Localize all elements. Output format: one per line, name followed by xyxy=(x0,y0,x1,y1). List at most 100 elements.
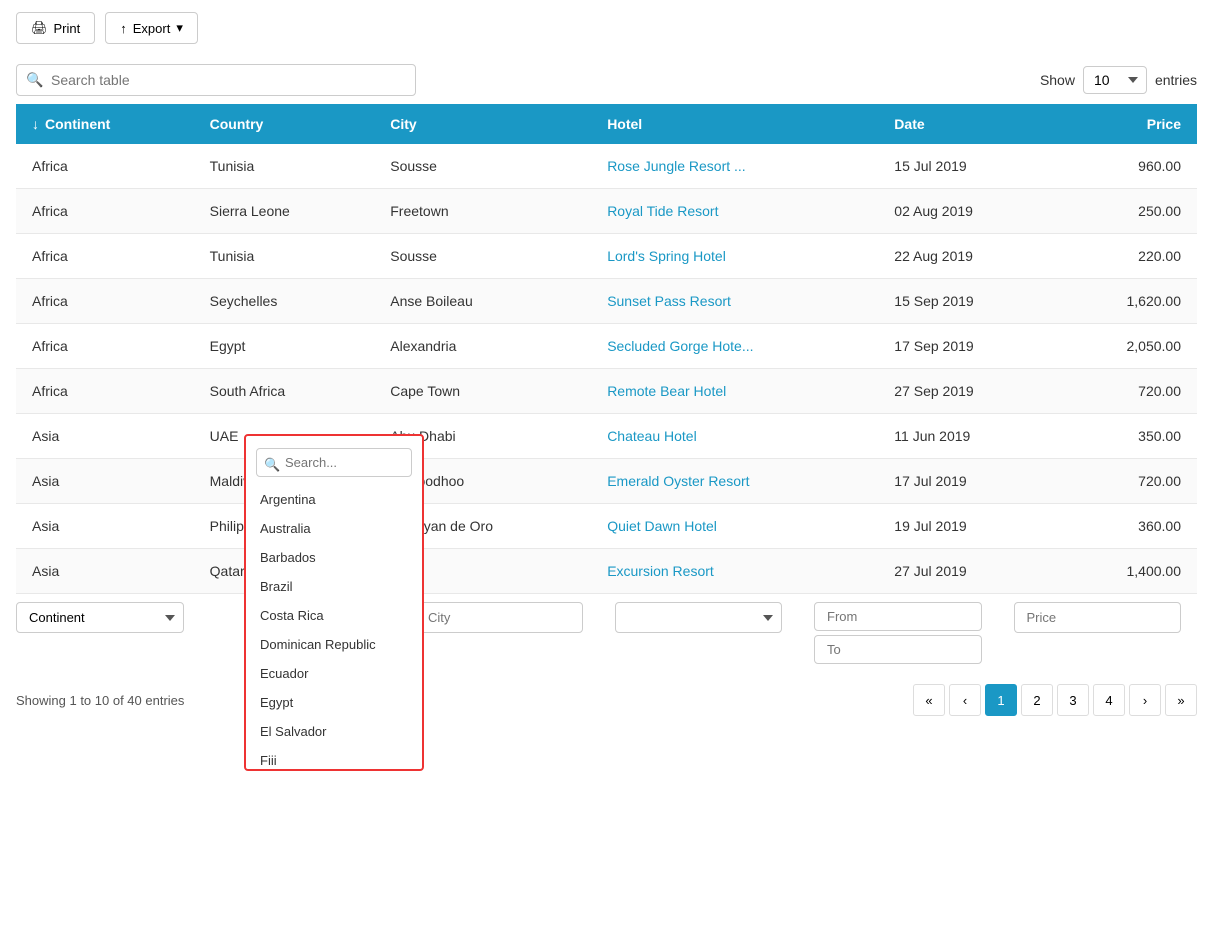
cell-hotel: Sunset Pass Resort xyxy=(591,279,878,324)
country-dropdown-popup: 🔍 ArgentinaAustraliaBarbadosBrazilCosta … xyxy=(244,434,424,771)
cell-country: Seychelles xyxy=(194,279,375,324)
cell-price: 360.00 xyxy=(1058,504,1197,549)
cell-date: 17 Sep 2019 xyxy=(878,324,1057,369)
hotel-col-label: Hotel xyxy=(607,116,642,132)
export-icon: ↑ xyxy=(120,21,127,36)
cell-price: 720.00 xyxy=(1058,459,1197,504)
search-input[interactable] xyxy=(16,64,416,96)
table-row: Asia Qatar Doha Excursion Resort 27 Jul … xyxy=(16,549,1197,594)
continent-filter-cell: Continent xyxy=(16,602,200,633)
city-filter[interactable] xyxy=(415,602,583,633)
dropdown-search-wrap: 🔍 xyxy=(246,444,422,485)
page-first-button[interactable]: « xyxy=(913,684,945,716)
table-row: Africa South Africa Cape Town Remote Bea… xyxy=(16,369,1197,414)
table-body: Africa Tunisia Sousse Rose Jungle Resort… xyxy=(16,144,1197,594)
cell-price: 960.00 xyxy=(1058,144,1197,189)
th-city[interactable]: City xyxy=(374,104,591,144)
table-row: Africa Egypt Alexandria Secluded Gorge H… xyxy=(16,324,1197,369)
hotel-filter[interactable] xyxy=(615,602,783,633)
cell-price: 1,400.00 xyxy=(1058,549,1197,594)
cell-date: 19 Jul 2019 xyxy=(878,504,1057,549)
cell-city: Sousse xyxy=(374,234,591,279)
th-country[interactable]: Country xyxy=(194,104,375,144)
page-prev-button[interactable]: ‹ xyxy=(949,684,981,716)
page-2-button[interactable]: 2 xyxy=(1021,684,1053,716)
cell-continent: Africa xyxy=(16,324,194,369)
cell-country: Tunisia xyxy=(194,144,375,189)
cell-country: South Africa xyxy=(194,369,375,414)
cell-date: 15 Sep 2019 xyxy=(878,279,1057,324)
dropdown-item[interactable]: Australia xyxy=(246,514,422,543)
date-range-filter xyxy=(814,602,982,664)
page-1-button[interactable]: 1 xyxy=(985,684,1017,716)
continent-col-label: Continent xyxy=(45,116,110,132)
printer-icon: 🖨 xyxy=(31,20,48,36)
hotel-filter-cell xyxy=(599,602,799,633)
search-icon: 🔍 xyxy=(26,72,43,89)
cell-continent: Africa xyxy=(16,234,194,279)
city-filter-cell xyxy=(399,602,599,633)
dropdown-item[interactable]: Costa Rica xyxy=(246,601,422,630)
export-button[interactable]: ↑ Export ▾ xyxy=(105,12,198,44)
table-header-row: ↓ Continent Country City Hotel Date xyxy=(16,104,1197,144)
cell-date: 02 Aug 2019 xyxy=(878,189,1057,234)
table-row: Asia UAE Abu Dhabi Chateau Hotel 11 Jun … xyxy=(16,414,1197,459)
dropdown-item[interactable]: Argentina xyxy=(246,485,422,514)
cell-city: Sousse xyxy=(374,144,591,189)
dropdown-item[interactable]: El Salvador xyxy=(246,717,422,746)
toolbar: 🖨 Print ↑ Export ▾ xyxy=(0,0,1213,56)
cell-date: 27 Jul 2019 xyxy=(878,549,1057,594)
entries-select[interactable]: 10 25 50 100 xyxy=(1083,66,1147,94)
dropdown-item[interactable]: Brazil xyxy=(246,572,422,601)
cell-date: 17 Jul 2019 xyxy=(878,459,1057,504)
filter-row: Continent xyxy=(0,594,1213,668)
dropdown-item[interactable]: Ecuador xyxy=(246,659,422,688)
cell-date: 15 Jul 2019 xyxy=(878,144,1057,189)
th-continent[interactable]: ↓ Continent xyxy=(16,104,194,144)
cell-city: Freetown xyxy=(374,189,591,234)
cell-price: 2,050.00 xyxy=(1058,324,1197,369)
cell-continent: Africa xyxy=(16,144,194,189)
date-from-input[interactable] xyxy=(814,602,982,631)
page-4-button[interactable]: 4 xyxy=(1093,684,1125,716)
page-next-button[interactable]: › xyxy=(1129,684,1161,716)
export-chevron-icon: ▾ xyxy=(176,20,183,36)
table-row: Asia Maldives Magoodhoo Emerald Oyster R… xyxy=(16,459,1197,504)
cell-hotel: Royal Tide Resort xyxy=(591,189,878,234)
print-button[interactable]: 🖨 Print xyxy=(16,12,95,44)
table-wrap: ↓ Continent Country City Hotel Date xyxy=(0,104,1213,594)
price-filter[interactable] xyxy=(1014,602,1182,633)
city-col-label: City xyxy=(390,116,416,132)
th-date[interactable]: Date xyxy=(878,104,1057,144)
sort-down-icon: ↓ xyxy=(32,116,39,132)
table-row: Africa Seychelles Anse Boileau Sunset Pa… xyxy=(16,279,1197,324)
date-to-input[interactable] xyxy=(814,635,982,664)
pagination: « ‹ 1 2 3 4 › » xyxy=(913,684,1197,716)
show-entries: Show 10 25 50 100 entries xyxy=(1040,66,1197,94)
continent-filter[interactable]: Continent xyxy=(16,602,184,633)
dropdown-item[interactable]: Dominican Republic xyxy=(246,630,422,659)
th-hotel[interactable]: Hotel xyxy=(591,104,878,144)
cell-hotel: Lord's Spring Hotel xyxy=(591,234,878,279)
cell-continent: Asia xyxy=(16,504,194,549)
entries-label: entries xyxy=(1155,72,1197,88)
dropdown-item[interactable]: Barbados xyxy=(246,543,422,572)
date-col-label: Date xyxy=(894,116,924,132)
dropdown-search-icon: 🔍 xyxy=(264,457,280,473)
page-3-button[interactable]: 3 xyxy=(1057,684,1089,716)
cell-country: Sierra Leone xyxy=(194,189,375,234)
table-row: Africa Tunisia Sousse Rose Jungle Resort… xyxy=(16,144,1197,189)
dropdown-item[interactable]: Fiji xyxy=(246,746,422,765)
cell-city: Anse Boileau xyxy=(374,279,591,324)
cell-continent: Asia xyxy=(16,459,194,504)
cell-hotel: Rose Jungle Resort ... xyxy=(591,144,878,189)
page-last-button[interactable]: » xyxy=(1165,684,1197,716)
cell-hotel: Excursion Resort xyxy=(591,549,878,594)
cell-date: 22 Aug 2019 xyxy=(878,234,1057,279)
date-filter-cell xyxy=(798,602,998,664)
cell-continent: Africa xyxy=(16,189,194,234)
dropdown-item[interactable]: Egypt xyxy=(246,688,422,717)
entries-info: Showing 1 to 10 of 40 entries xyxy=(16,693,184,708)
th-price[interactable]: Price xyxy=(1058,104,1197,144)
cell-price: 720.00 xyxy=(1058,369,1197,414)
